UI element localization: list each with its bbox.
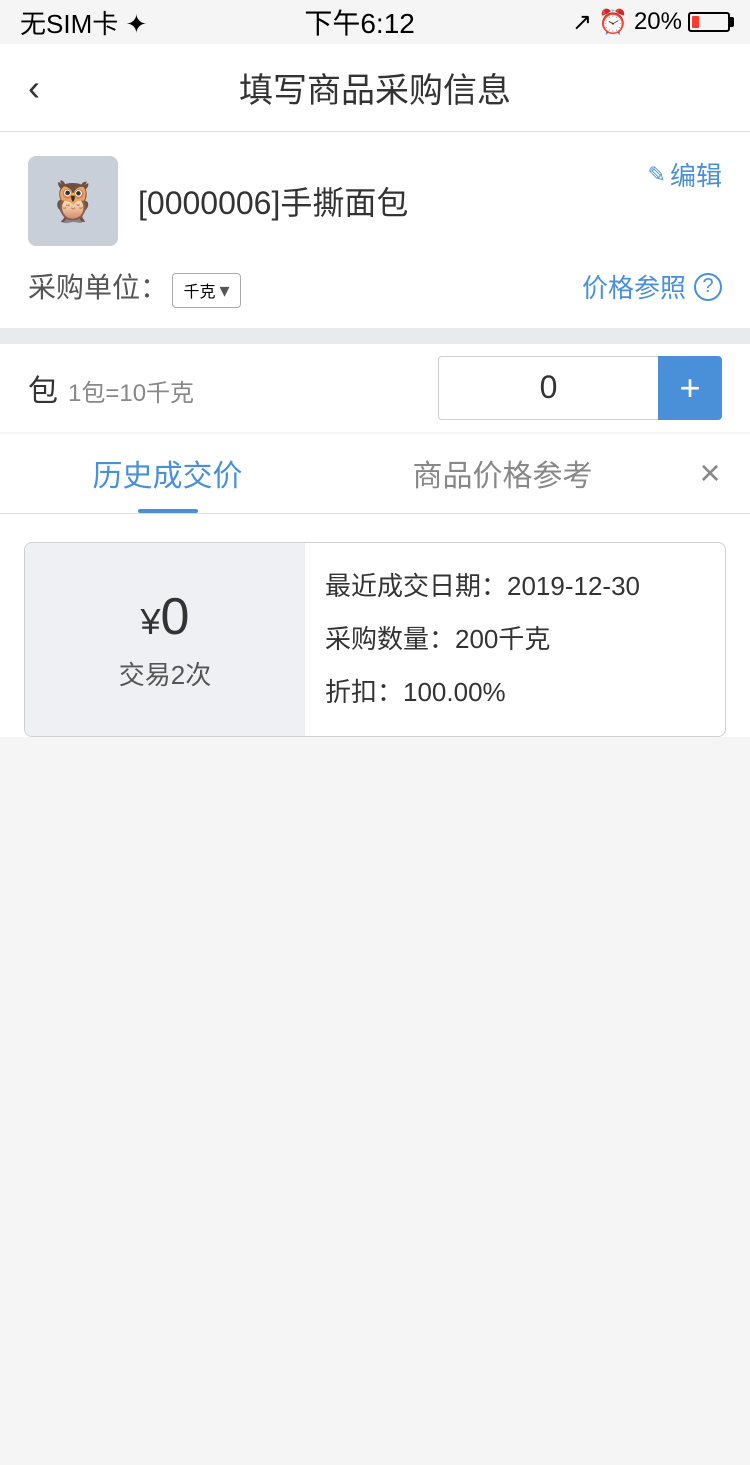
page-title: 填写商品采购信息	[239, 63, 511, 112]
edit-button[interactable]: ✎ 编辑	[648, 156, 722, 193]
product-left: 🦉 [0000006]手撕面包	[28, 156, 408, 246]
quantity-input[interactable]	[438, 356, 658, 420]
edit-icon: ✎	[648, 162, 666, 188]
quantity-label: 采购数量：	[325, 624, 455, 654]
main-background	[0, 765, 750, 1465]
date-value: 2019-12-30	[507, 571, 640, 601]
tabs-header: 历史成交价 商品价格参考 ×	[0, 434, 750, 514]
product-logo-icon: 🦉	[48, 178, 98, 225]
price-card: ¥0 交易2次 最近成交日期：2019-12-30 采购数量：200千克 折扣：…	[24, 542, 726, 737]
nav-bar: ‹ 填写商品采购信息	[0, 44, 750, 132]
status-time: 下午6:12	[304, 2, 415, 42]
edit-label: 编辑	[670, 156, 722, 193]
product-unit-row: 采购单位： 千克 ▾ 价格参照 ?	[28, 266, 722, 308]
product-thumbnail: 🦉	[28, 156, 118, 246]
trade-count: 交易2次	[119, 655, 211, 692]
price-display: ¥0	[141, 587, 190, 647]
price-card-left: ¥0 交易2次	[25, 543, 305, 736]
tab-history-price[interactable]: 历史成交价	[0, 433, 335, 513]
quantity-plus-button[interactable]: +	[658, 356, 722, 420]
product-section: 🦉 [0000006]手撕面包 ✎ 编辑 采购单位： 千克 ▾ 价格参照 ?	[0, 132, 750, 328]
alarm-icon: ⏰	[598, 8, 628, 37]
tab-price-reference[interactable]: 商品价格参考	[335, 433, 670, 513]
product-name: [0000006]手撕面包	[138, 178, 408, 224]
quantity-control: +	[438, 356, 722, 420]
currency-symbol: ¥	[141, 601, 161, 642]
battery-percent: 20%	[634, 8, 682, 36]
unit-value: 千克	[183, 278, 215, 302]
product-header: 🦉 [0000006]手撕面包 ✎ 编辑	[28, 156, 722, 246]
unit-label: 采购单位：	[28, 272, 168, 303]
quantity-value: 200千克	[455, 624, 550, 654]
status-carrier: 无SIM卡 ✦	[20, 4, 147, 41]
battery-icon	[688, 12, 730, 32]
date-label: 最近成交日期：	[325, 571, 507, 601]
direction-icon: ↗	[572, 8, 592, 37]
back-button[interactable]: ‹	[28, 67, 40, 109]
quantity-row: 包 1包=10千克 +	[0, 344, 750, 432]
tabs-section: 历史成交价 商品价格参考 × ¥0 交易2次 最近成交日期：2019-12-30…	[0, 434, 750, 737]
discount-label: 折扣：	[325, 677, 403, 707]
chevron-down-icon: ▾	[219, 278, 229, 303]
unit-select[interactable]: 千克 ▾	[172, 273, 240, 308]
quantity-left: 包 1包=10千克	[28, 366, 194, 410]
quantity-row-detail: 采购数量：200千克	[325, 620, 705, 659]
date-row: 最近成交日期：2019-12-30	[325, 567, 705, 606]
quantity-unit-label: 包	[28, 366, 58, 410]
price-card-right: 最近成交日期：2019-12-30 采购数量：200千克 折扣：100.00%	[305, 543, 725, 736]
carrier-text: 无SIM卡 ✦	[20, 4, 147, 41]
status-icons: ↗ ⏰ 20%	[572, 8, 730, 37]
quantity-conversion: 1包=10千克	[68, 373, 194, 408]
price-ref-label: 价格参照	[582, 268, 686, 305]
price-amount: 0	[161, 588, 190, 646]
discount-row: 折扣：100.00%	[325, 673, 705, 712]
price-ref-button[interactable]: 价格参照 ?	[582, 268, 722, 305]
help-icon: ?	[694, 273, 722, 301]
section-divider	[0, 328, 750, 344]
unit-left: 采购单位： 千克 ▾	[28, 266, 241, 308]
discount-value: 100.00%	[403, 677, 506, 707]
tab-close-button[interactable]: ×	[670, 452, 750, 494]
status-bar: 无SIM卡 ✦ 下午6:12 ↗ ⏰ 20%	[0, 0, 750, 44]
